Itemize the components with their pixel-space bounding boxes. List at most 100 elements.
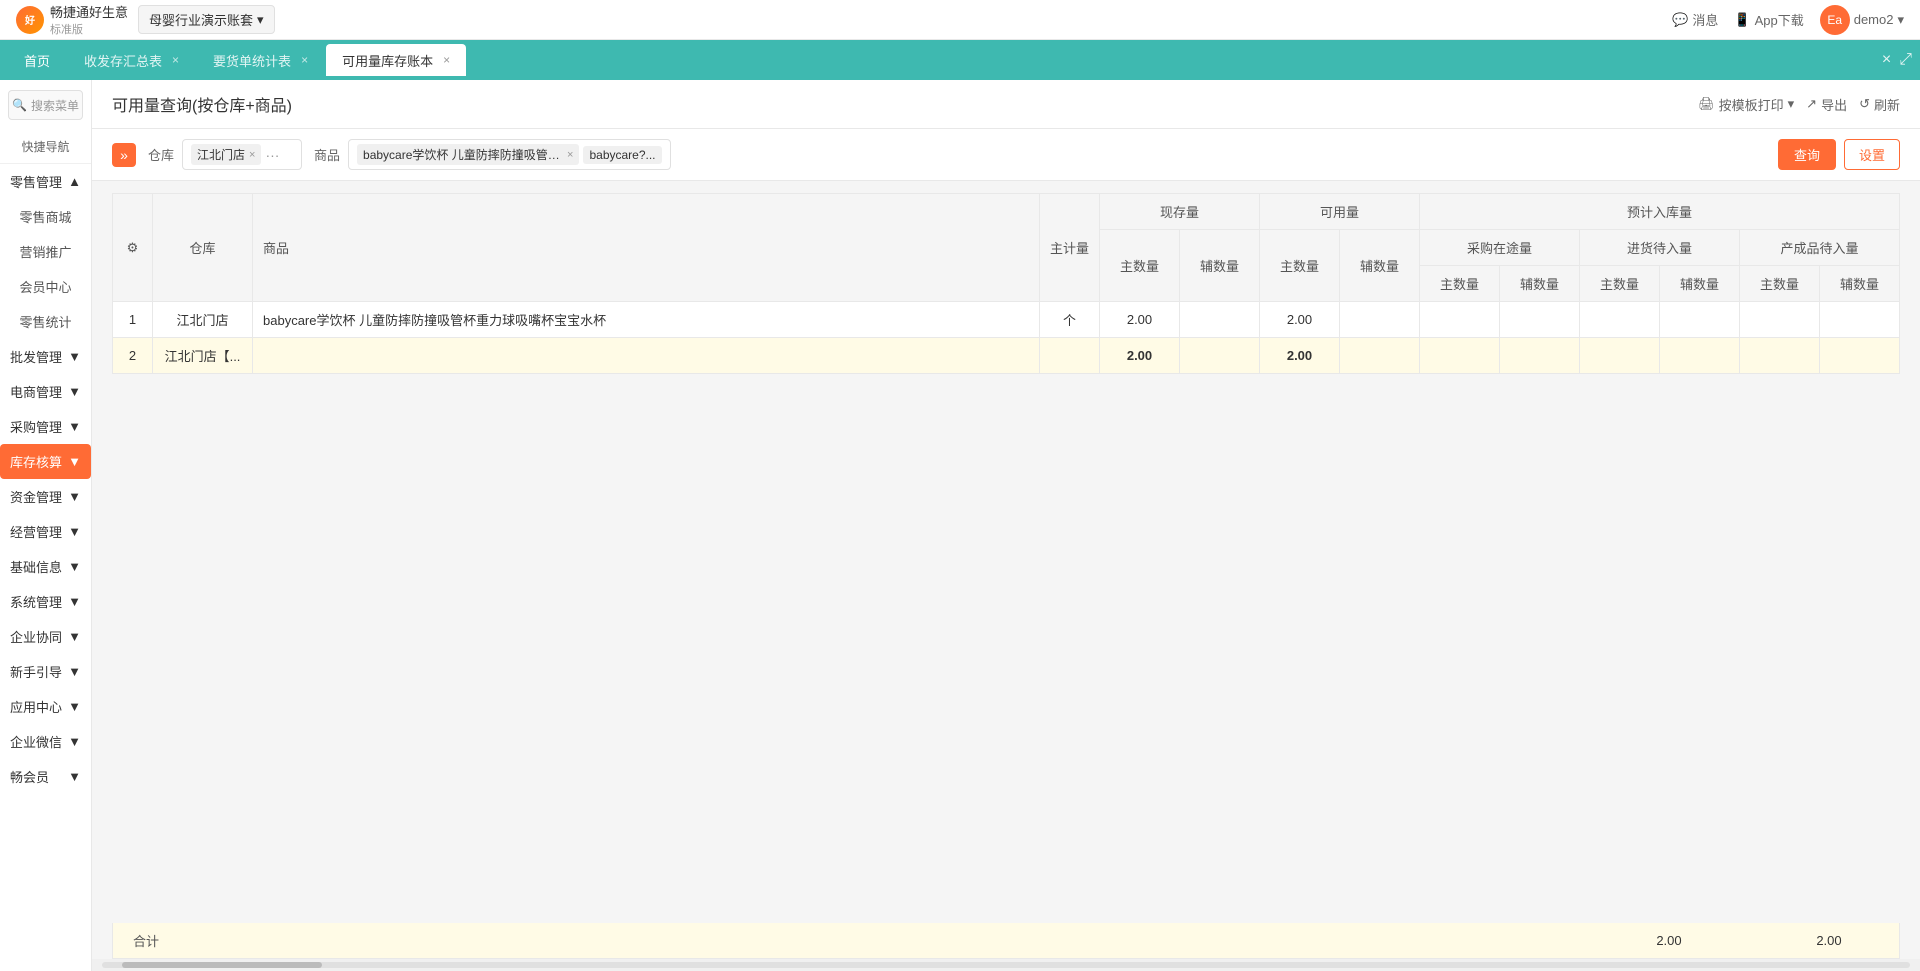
table-row: 2 江北门店【... 2.00 2.00: [113, 338, 1900, 374]
cell-avail-aux-1: [1340, 302, 1420, 338]
tab-order-stat[interactable]: 要货单统计表 ×: [197, 44, 324, 76]
chevron-icon: ▼: [68, 419, 81, 434]
app-download-btn[interactable]: 📱 App下载: [1734, 10, 1803, 29]
tab-home[interactable]: 首页: [8, 44, 66, 76]
cell-inbound-aux-1: [1660, 302, 1740, 338]
query-btn[interactable]: 查询: [1778, 139, 1836, 170]
warehouse-input[interactable]: 江北门店 × ···: [182, 139, 302, 170]
sidebar-item-quick-nav[interactable]: 快捷导航: [0, 130, 91, 164]
logo-text: 畅捷通好生意 标准版: [50, 2, 128, 37]
refresh-btn[interactable]: ↺ 刷新: [1859, 95, 1900, 114]
chevron-icon: ▼: [68, 489, 81, 504]
product-tag-1-close[interactable]: ×: [567, 149, 573, 161]
settings-icon: ⚙: [127, 240, 139, 255]
sidebar-group-wechat-header[interactable]: 企业微信 ▼: [0, 724, 91, 759]
sidebar-group-member: 畅会员 ▼: [0, 759, 91, 794]
sidebar-group-enterprise: 企业协同 ▼: [0, 619, 91, 654]
sidebar-group-basics-header[interactable]: 基础信息 ▼: [0, 549, 91, 584]
message-btn[interactable]: 💬 消息: [1672, 10, 1718, 29]
th-avail-aux: 辅数量: [1340, 230, 1420, 302]
sidebar-group-newbie: 新手引导 ▼: [0, 654, 91, 689]
sidebar-group-finance-header[interactable]: 资金管理 ▼: [0, 479, 91, 514]
th-purchase-transit: 采购在途量: [1420, 230, 1580, 266]
chevron-down-icon: ▾: [1788, 96, 1795, 112]
sidebar-group-operation-header[interactable]: 经营管理 ▼: [0, 514, 91, 549]
sidebar-group-member-header[interactable]: 畅会员 ▼: [0, 759, 91, 794]
template-print-btn[interactable]: 🖨 按模板打印 ▾: [1698, 95, 1794, 114]
sidebar-search-area: 🔍 搜索菜单: [0, 80, 91, 130]
cell-avail-aux-2: [1340, 338, 1420, 374]
chevron-icon: ▼: [68, 454, 81, 469]
refresh-icon: ↺: [1859, 96, 1870, 112]
chevron-icon: ▼: [68, 559, 81, 574]
sidebar-group-newbie-header[interactable]: 新手引导 ▼: [0, 654, 91, 689]
sidebar-group-stock-header[interactable]: 库存核算 ▼: [0, 444, 91, 479]
sidebar-group-operation: 经营管理 ▼: [0, 514, 91, 549]
warehouse-more-btn[interactable]: ···: [265, 147, 279, 163]
cell-inbound-main-1: [1580, 302, 1660, 338]
sidebar-group-purchase-header[interactable]: 采购管理 ▼: [0, 409, 91, 444]
industry-select[interactable]: 母婴行业演示账套 ▾: [138, 5, 275, 34]
cell-product-1: babycare学饮杯 儿童防摔防撞吸管杯重力球吸嘴杯宝宝水杯: [253, 302, 1040, 338]
product-input[interactable]: babycare学饮杯 儿童防摔防撞吸管杯重力球吸嘴杯宝宝水杯 × babyca…: [348, 139, 670, 170]
cell-avail-main-1: 2.00: [1260, 302, 1340, 338]
scrollbar-thumb[interactable]: [122, 962, 322, 968]
horizontal-scrollbar[interactable]: [92, 959, 1920, 971]
cell-inbound-main-2: [1580, 338, 1660, 374]
sidebar-item-members[interactable]: 会员中心: [0, 269, 91, 304]
cell-prod-main-1: [1740, 302, 1820, 338]
close-all-tabs-btn[interactable]: ×: [1882, 51, 1891, 69]
sidebar-group-ecommerce-header[interactable]: 电商管理 ▼: [0, 374, 91, 409]
tab-close-available-stock[interactable]: ×: [443, 53, 450, 67]
sidebar-group-system-header[interactable]: 系统管理 ▼: [0, 584, 91, 619]
tab-close-receive-pay[interactable]: ×: [172, 53, 179, 67]
th-inbound-main: 主数量: [1580, 266, 1660, 302]
cell-prod-aux-1: [1820, 302, 1900, 338]
sidebar-group-purchase: 采购管理 ▼: [0, 409, 91, 444]
product-label: 商品: [314, 145, 340, 164]
chevron-icon: ▼: [68, 734, 81, 749]
th-settings[interactable]: ⚙: [113, 194, 153, 302]
cell-purchase-main-1: [1420, 302, 1500, 338]
settings-btn[interactable]: 设置: [1844, 139, 1900, 170]
cell-no-2: 2: [113, 338, 153, 374]
chevron-icon: ▼: [68, 699, 81, 714]
sidebar-group-retail-header[interactable]: 零售管理 ▲: [0, 164, 91, 199]
cell-unit-2: [1040, 338, 1100, 374]
logo-area: 好 畅捷通好生意 标准版: [16, 2, 128, 37]
tab-available-stock[interactable]: 可用量库存账本 ×: [326, 44, 466, 76]
page-actions: 🖨 按模板打印 ▾ ↗ 导出 ↺ 刷新: [1698, 95, 1900, 114]
user-menu[interactable]: Ea demo2 ▾: [1820, 5, 1904, 35]
filter-expand-btn[interactable]: »: [112, 143, 136, 167]
export-btn[interactable]: ↗ 导出: [1806, 95, 1847, 114]
footer-values: 2.00 2.00: [1629, 933, 1889, 948]
filter-bar: » 仓库 江北门店 × ··· 商品 babycare学饮杯 儿童防摔防撞吸管杯…: [92, 129, 1920, 181]
search-menu-btn[interactable]: 🔍 搜索菜单: [8, 90, 83, 120]
tab-receive-pay[interactable]: 收发存汇总表 ×: [68, 44, 195, 76]
sidebar: 🔍 搜索菜单 快捷导航 零售管理 ▲ 零售商城 营销推广 会员中心 零售统计 批…: [0, 80, 92, 971]
sidebar-group-system: 系统管理 ▼: [0, 584, 91, 619]
tab-close-order-stat[interactable]: ×: [301, 53, 308, 67]
product-filter-group: 商品 babycare学饮杯 儿童防摔防撞吸管杯重力球吸嘴杯宝宝水杯 × bab…: [314, 139, 671, 170]
sidebar-item-retail-stats[interactable]: 零售统计: [0, 304, 91, 339]
chevron-icon: ▼: [68, 524, 81, 539]
cell-stock-main-2: 2.00: [1100, 338, 1180, 374]
expand-icon[interactable]: ⤢: [1899, 51, 1912, 69]
sidebar-group-appcenter-header[interactable]: 应用中心 ▼: [0, 689, 91, 724]
sidebar-group-enterprise-header[interactable]: 企业协同 ▼: [0, 619, 91, 654]
chevron-icon: ▼: [68, 629, 81, 644]
sidebar-group-retail: 零售管理 ▲ 零售商城 营销推广 会员中心 零售统计: [0, 164, 91, 339]
sidebar-item-retail-mall[interactable]: 零售商城: [0, 199, 91, 234]
print-icon: 🖨: [1698, 96, 1715, 112]
chevron-down-icon: ▾: [1897, 12, 1904, 28]
cell-stock-aux-1: [1180, 302, 1260, 338]
cell-warehouse-1: 江北门店: [153, 302, 253, 338]
warehouse-tag-close[interactable]: ×: [249, 149, 255, 161]
product-tag-2: babycare?...: [583, 146, 661, 164]
export-icon: ↗: [1806, 96, 1817, 112]
sidebar-group-wholesale-header[interactable]: 批发管理 ▼: [0, 339, 91, 374]
th-prod-main: 主数量: [1740, 266, 1820, 302]
logo-icon: 好: [16, 6, 44, 34]
top-bar-right: 💬 消息 📱 App下载 Ea demo2 ▾: [1672, 5, 1904, 35]
sidebar-item-marketing[interactable]: 营销推广: [0, 234, 91, 269]
